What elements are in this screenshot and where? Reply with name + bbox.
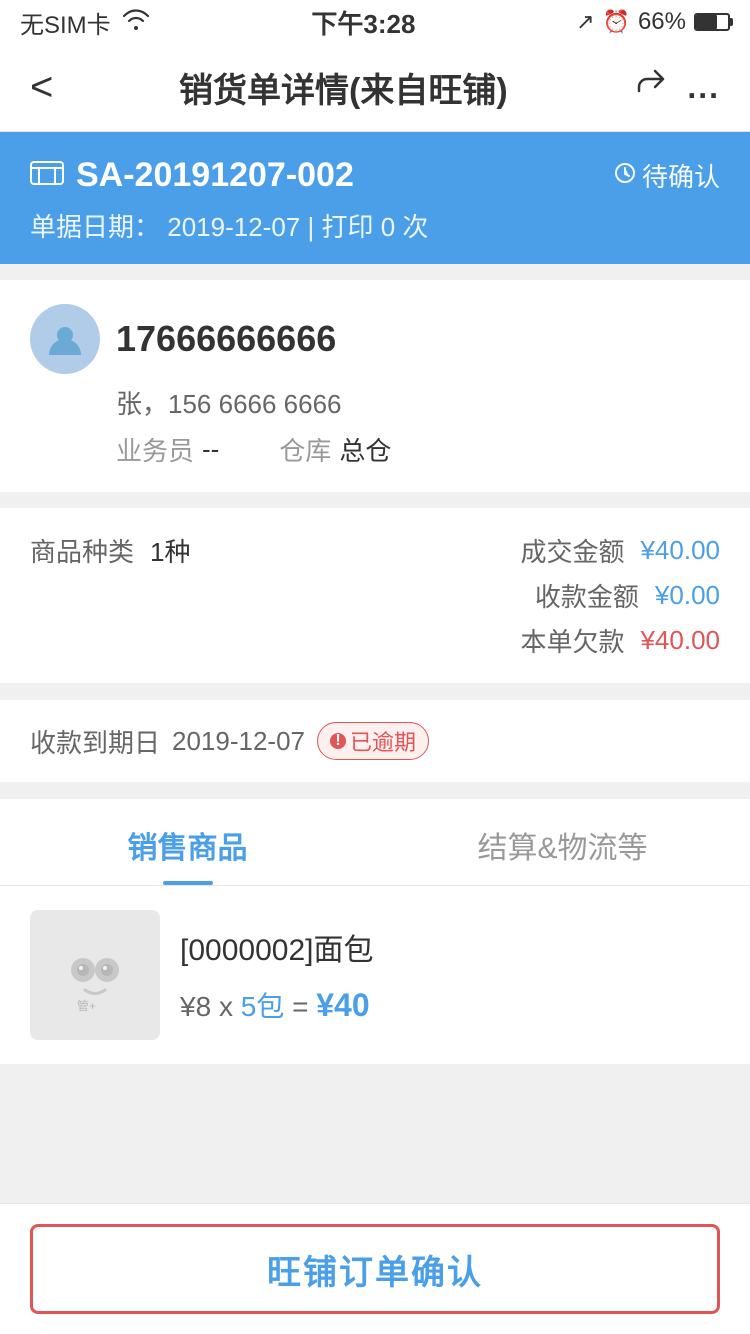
overdue-badge: ! 已逾期 xyxy=(317,722,429,760)
sales-rep-value: -- xyxy=(202,434,219,465)
nav-right: ... xyxy=(633,67,720,109)
clock-icon xyxy=(614,160,636,191)
avatar xyxy=(30,304,100,374)
status-right: ↗ ⏰ 66% xyxy=(576,8,730,36)
tabs-section: 销售商品 结算&物流等 xyxy=(0,799,750,886)
alarm-icon: ⏰ xyxy=(603,9,630,35)
summary-section: 商品种类 1种 成交金额 ¥40.00 收款金额 ¥0.00 本单欠款 ¥40.… xyxy=(0,508,750,683)
tab-sales-products[interactable]: 销售商品 xyxy=(0,799,375,885)
received-value: ¥0.00 xyxy=(655,580,720,611)
amount-row: 成交金额 ¥40.00 xyxy=(520,532,720,569)
order-meta: 单据日期： 2019-12-07 | 打印 0 次 xyxy=(30,207,720,244)
customer-section: 17666666666 张，156 6666 6666 业务员 -- 仓库 总仓 xyxy=(0,280,750,492)
overdue-icon: ! xyxy=(330,733,346,749)
product-name: [0000002]面包 xyxy=(180,925,720,969)
product-qty: 5包 xyxy=(241,991,285,1022)
customer-phone: 17666666666 xyxy=(116,318,336,360)
summary-left: 商品种类 1种 xyxy=(30,532,190,569)
more-icon[interactable]: ... xyxy=(687,69,720,106)
tab-settlement[interactable]: 结算&物流等 xyxy=(375,799,750,885)
status-time: 下午3:28 xyxy=(311,4,415,41)
product-price-row: ¥8 x 5包 = ¥40 xyxy=(180,985,720,1025)
warehouse-field: 仓库 总仓 xyxy=(279,431,391,468)
due-section: 收款到期日 2019-12-07 ! 已逾期 xyxy=(0,699,750,783)
amount-value: ¥40.00 xyxy=(640,535,720,566)
page-title: 销货单详情(来自旺铺) xyxy=(179,63,508,112)
location-icon: ↗ xyxy=(576,9,594,35)
owed-value: ¥40.00 xyxy=(640,625,720,656)
sales-rep-label: 业务员 xyxy=(116,431,194,468)
order-id: SA-20191207-002 xyxy=(30,156,354,195)
received-label: 收款金额 xyxy=(535,577,639,614)
carrier-label: 无SIM卡 xyxy=(20,5,111,40)
received-row: 收款金额 ¥0.00 xyxy=(535,577,720,614)
owed-label: 本单欠款 xyxy=(520,622,624,659)
amount-label: 成交金额 xyxy=(520,532,624,569)
product-info: [0000002]面包 ¥8 x 5包 = ¥40 xyxy=(180,925,720,1025)
overdue-text: 已逾期 xyxy=(350,725,416,757)
due-date: 2019-12-07 xyxy=(172,726,305,757)
product-type-count: 1种 xyxy=(150,532,190,569)
nav-left: < xyxy=(30,65,53,110)
customer-row: 17666666666 xyxy=(30,304,720,374)
customer-name: 张，156 6666 6666 xyxy=(116,384,720,421)
product-price: ¥8 xyxy=(180,991,211,1022)
status-left: 无SIM卡 xyxy=(20,5,151,40)
confirm-order-button[interactable]: 旺铺订单确认 xyxy=(30,1224,720,1314)
battery-icon xyxy=(694,13,730,31)
product-section: 管+ [0000002]面包 ¥8 x 5包 = ¥40 xyxy=(0,886,750,1064)
sales-rep-field: 业务员 -- xyxy=(116,431,219,468)
wifi-icon xyxy=(121,8,151,37)
battery-label: 66% xyxy=(638,8,686,36)
owed-row: 本单欠款 ¥40.00 xyxy=(520,622,720,659)
share-icon[interactable] xyxy=(633,67,667,109)
status-bar: 无SIM卡 下午3:28 ↗ ⏰ 66% xyxy=(0,0,750,44)
warehouse-value: 总仓 xyxy=(339,431,391,468)
tabs-row: 销售商品 结算&物流等 xyxy=(0,799,750,885)
back-button[interactable]: < xyxy=(30,65,53,110)
order-inbox-icon xyxy=(30,156,64,195)
order-header: SA-20191207-002 待确认 单据日期： 2019-12-07 | 打… xyxy=(0,132,750,264)
order-status: 待确认 xyxy=(614,157,720,194)
product-total: ¥40 xyxy=(316,987,369,1023)
confirm-btn-wrap: 旺铺订单确认 xyxy=(0,1203,750,1334)
product-item: 管+ [0000002]面包 ¥8 x 5包 = ¥40 xyxy=(30,910,720,1040)
warehouse-label: 仓库 xyxy=(279,431,331,468)
svg-text:管+: 管+ xyxy=(77,998,96,1013)
summary-right: 成交金额 ¥40.00 收款金额 ¥0.00 本单欠款 ¥40.00 xyxy=(520,532,720,659)
product-type-label: 商品种类 xyxy=(30,532,134,569)
nav-bar: < 销货单详情(来自旺铺) ... xyxy=(0,44,750,132)
product-thumbnail: 管+ xyxy=(30,910,160,1040)
due-label: 收款到期日 xyxy=(30,723,160,760)
customer-fields: 业务员 -- 仓库 总仓 xyxy=(116,431,720,468)
